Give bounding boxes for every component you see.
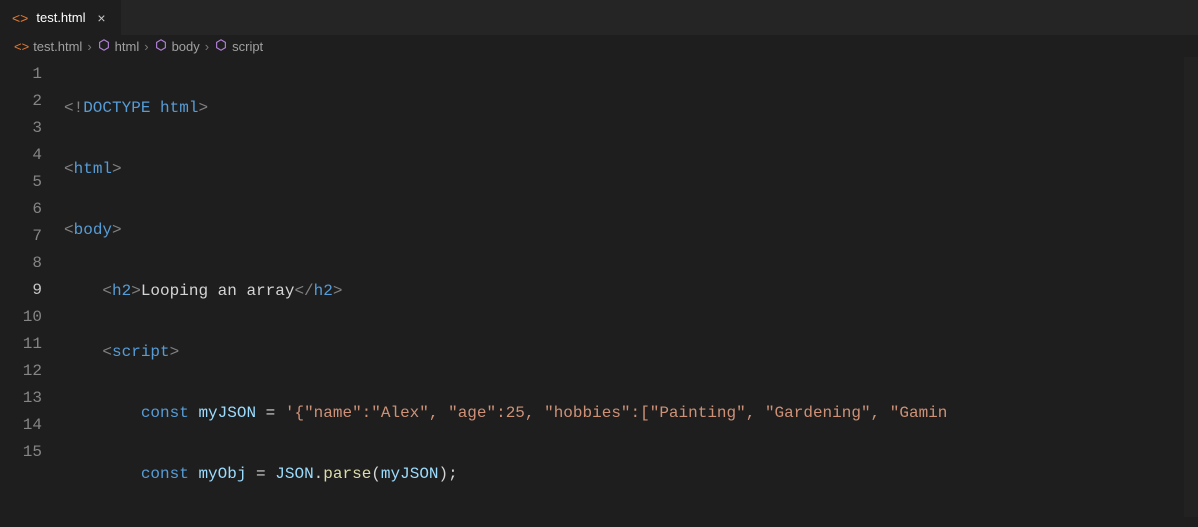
breadcrumb-html[interactable]: html <box>97 38 140 55</box>
line-number: 1 <box>0 61 42 88</box>
code-area[interactable]: <!DOCTYPE html> <html> <body> <h2>Loopin… <box>64 57 1198 527</box>
line-number: 2 <box>0 88 42 115</box>
code-line[interactable]: const myJSON = '{"name":"Alex", "age":25… <box>64 400 1198 427</box>
line-number: 3 <box>0 115 42 142</box>
symbol-icon <box>97 38 111 55</box>
chevron-right-icon: › <box>205 39 209 54</box>
breadcrumbs: <> test.html › html › body › script <box>0 35 1198 57</box>
chevron-right-icon: › <box>87 39 91 54</box>
code-line[interactable]: <body> <box>64 217 1198 244</box>
symbol-icon <box>214 38 228 55</box>
html-file-icon: <> <box>12 10 28 26</box>
line-number: 11 <box>0 331 42 358</box>
line-number-gutter: 1 2 3 4 5 6 7 8 9 10 11 12 13 14 15 <box>0 57 64 527</box>
minimap[interactable] <box>1184 57 1198 517</box>
breadcrumb-label: body <box>172 39 200 54</box>
editor[interactable]: 1 2 3 4 5 6 7 8 9 10 11 12 13 14 15 <!DO… <box>0 57 1198 527</box>
code-line[interactable]: <html> <box>64 156 1198 183</box>
tab-filename: test.html <box>36 10 85 25</box>
line-number: 6 <box>0 196 42 223</box>
code-line[interactable]: const myObj = JSON.parse(myJSON); <box>64 461 1198 488</box>
breadcrumb-label: script <box>232 39 263 54</box>
breadcrumb-body[interactable]: body <box>154 38 200 55</box>
breadcrumb-script[interactable]: script <box>214 38 263 55</box>
symbol-icon <box>154 38 168 55</box>
line-number: 7 <box>0 223 42 250</box>
line-number: 12 <box>0 358 42 385</box>
breadcrumb-file[interactable]: <> test.html <box>14 39 82 54</box>
code-line[interactable]: <h2>Looping an array</h2> <box>64 278 1198 305</box>
line-number: 8 <box>0 250 42 277</box>
chevron-right-icon: › <box>144 39 148 54</box>
line-number: 5 <box>0 169 42 196</box>
html-file-icon: <> <box>14 39 29 54</box>
line-number: 14 <box>0 412 42 439</box>
code-line[interactable]: <script> <box>64 339 1198 366</box>
line-number: 15 <box>0 439 42 466</box>
breadcrumb-label: html <box>115 39 140 54</box>
line-number: 4 <box>0 142 42 169</box>
breadcrumb-file-label: test.html <box>33 39 82 54</box>
line-number: 13 <box>0 385 42 412</box>
close-icon[interactable]: × <box>93 10 109 26</box>
code-line[interactable]: <!DOCTYPE html> <box>64 95 1198 122</box>
tabs-bar: <> test.html × <box>0 0 1198 35</box>
line-number: 9 <box>0 277 42 304</box>
tab-test-html[interactable]: <> test.html × <box>0 0 121 35</box>
horizontal-scrollbar[interactable] <box>128 517 1184 527</box>
line-number: 10 <box>0 304 42 331</box>
